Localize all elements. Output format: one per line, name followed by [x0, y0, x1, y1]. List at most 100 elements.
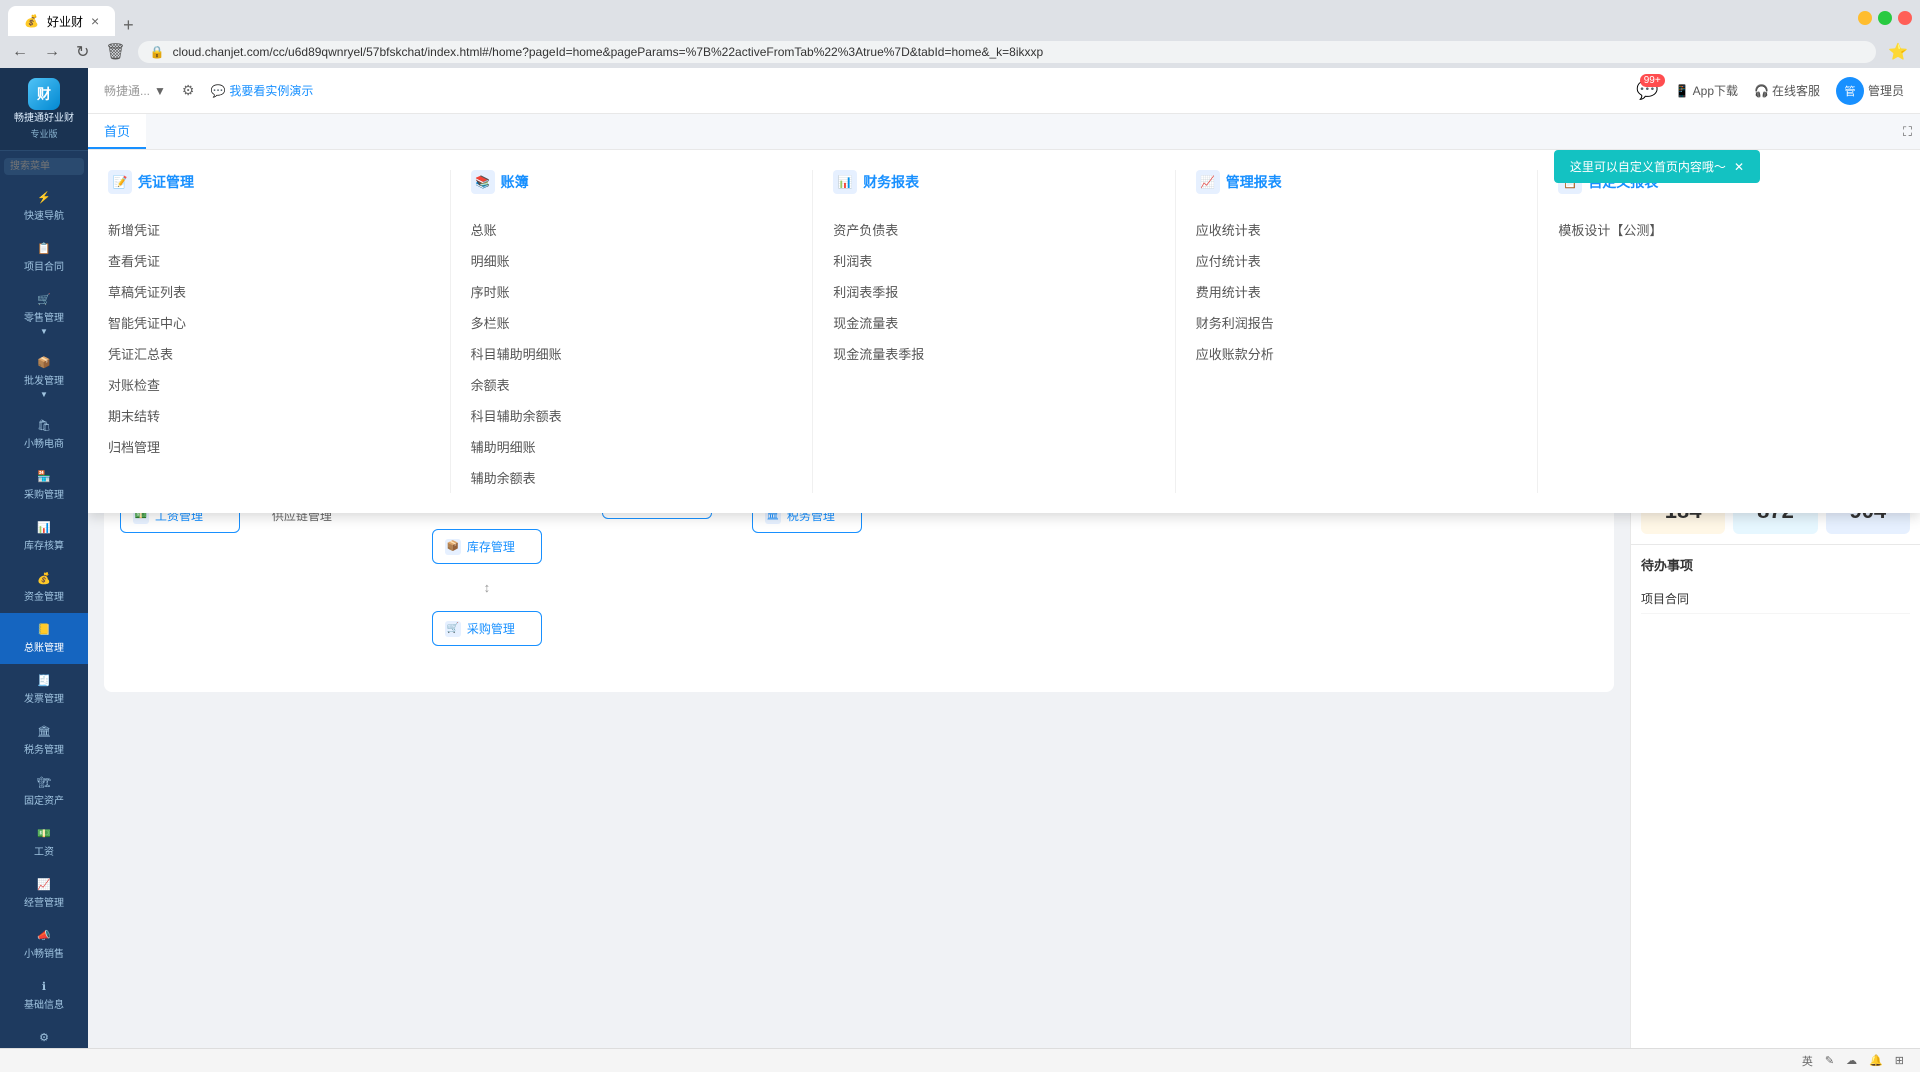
toast-text: 这里可以自定义首页内容哦～ — [1630, 158, 1726, 175]
sidebar-item-project[interactable]: 📋 项目合同 — [0, 232, 88, 283]
sidebar-item-funds[interactable]: 💰 资金管理 — [0, 562, 88, 613]
inventory-box[interactable]: 📦 库存管理 — [432, 529, 542, 564]
funds-label: 资金管理 — [24, 588, 64, 603]
system-icon: ⚙ — [39, 1031, 49, 1044]
online-service-label: 在线客服 — [1772, 82, 1820, 99]
sidebar-item-payroll[interactable]: 💵 工资 — [0, 817, 88, 868]
active-tab[interactable]: 💰 好业财 × — [8, 6, 115, 36]
nav-refresh[interactable]: ↻ — [72, 40, 93, 64]
menu-item-receivable-analysis[interactable]: 应收账款分析 — [1196, 338, 1518, 369]
menu-item-add-voucher[interactable]: 新增凭证 — [108, 214, 430, 245]
voucher-title-icon: 📝 — [108, 170, 132, 194]
menu-item-smart-voucher[interactable]: 智能凭证中心 — [108, 307, 430, 338]
sidebar-item-fixed-assets[interactable]: 🏗 固定资产 — [0, 766, 88, 817]
company-selector[interactable]: 畅捷通... ▼ — [104, 82, 166, 99]
sidebar-item-operations[interactable]: 📈 经营管理 — [0, 868, 88, 919]
toast-close-icon[interactable]: ✕ — [1734, 160, 1744, 174]
menu-section-ledger: 📚 账簿 总账 明细账 序时账 多栏账 科目辅助明细账 余额表 科目辅助余额表 … — [451, 170, 814, 493]
menu-item-archive[interactable]: 归档管理 — [108, 431, 430, 462]
menu-item-view-voucher[interactable]: 查看凭证 — [108, 245, 430, 276]
brand-edition: 专业版 — [30, 127, 57, 140]
tab-bar: 💰 好业财 × + — [8, 0, 142, 36]
sidebar-item-base-info[interactable]: ℹ 基础信息 — [0, 970, 88, 1021]
sidebar-item-sales[interactable]: 📣 小畅销售 — [0, 919, 88, 970]
dropdown-menu-overlay: 📝 凭证管理 新增凭证 查看凭证 草稿凭证列表 智能凭证中心 凭证汇总表 对账检… — [88, 150, 1920, 513]
brand-logo: 财 — [28, 78, 60, 110]
menu-item-payable-stats[interactable]: 应付统计表 — [1196, 245, 1518, 276]
menu-item-cashflow[interactable]: 现金流量表 — [833, 307, 1155, 338]
nav-forward[interactable]: → — [40, 41, 64, 63]
status-icon-2[interactable]: ✎ — [1825, 1054, 1834, 1067]
win-maximize[interactable] — [1878, 11, 1892, 25]
menu-item-multi-column[interactable]: 多栏账 — [471, 307, 793, 338]
payroll-icon: 💵 — [37, 827, 51, 840]
user-avatar[interactable]: 管 管理员 — [1836, 77, 1904, 105]
status-icon-4[interactable]: 🔔 — [1869, 1054, 1883, 1067]
menu-item-cashflow-quarterly[interactable]: 现金流量表季报 — [833, 338, 1155, 369]
voucher-title-text: 凭证管理 — [138, 172, 194, 192]
menu-item-aux-detail[interactable]: 辅助明细账 — [471, 431, 793, 462]
sidebar-item-ledger[interactable]: 📒 总账管理 — [0, 613, 88, 664]
sidebar-item-system[interactable]: ⚙ 系统管理 — [0, 1021, 88, 1048]
sidebar-item-inventory[interactable]: 📊 库存核算 — [0, 511, 88, 562]
todo-item-project[interactable]: 项目合同 — [1641, 584, 1910, 614]
menu-item-income-quarterly[interactable]: 利润表季报 — [833, 276, 1155, 307]
menu-item-chronological[interactable]: 序时账 — [471, 276, 793, 307]
address-bar-row: ← → ↻ 🗑 🔒 cloud.chanjet.com/cc/u6d89qwnr… — [0, 36, 1920, 68]
win-close[interactable] — [1898, 11, 1912, 25]
bookmark-btn[interactable]: ⭐ — [1884, 40, 1912, 64]
payroll-label: 工资 — [34, 843, 54, 858]
menu-item-voucher-summary[interactable]: 凭证汇总表 — [108, 338, 430, 369]
purchase-box[interactable]: 🛒 采购管理 — [432, 611, 542, 646]
demo-link[interactable]: 💬 我要看实例演示 — [210, 82, 313, 99]
menu-item-draft-voucher[interactable]: 草稿凭证列表 — [108, 276, 430, 307]
sidebar-search-area[interactable] — [0, 151, 88, 181]
status-icon-3[interactable]: ☁ — [1846, 1054, 1857, 1067]
tax-label: 税务管理 — [24, 741, 64, 756]
topbar-settings-icon[interactable]: ⚙ — [182, 82, 195, 99]
sidebar-item-wholesale[interactable]: 📦 批发管理 ▼ — [0, 346, 88, 409]
online-service-btn[interactable]: 🎧 在线客服 — [1754, 82, 1820, 99]
sidebar-item-purchase[interactable]: 🏪 采购管理 — [0, 460, 88, 511]
sidebar-item-quick-nav[interactable]: ⚡ 快速导航 — [0, 181, 88, 232]
notification-area[interactable]: 💬 99+ — [1636, 80, 1658, 101]
lock-icon: 🔒 — [150, 45, 165, 59]
inventory-label: 库存管理 — [467, 538, 515, 555]
menu-item-period-close[interactable]: 期末结转 — [108, 400, 430, 431]
menu-item-receivable-stats[interactable]: 应收统计表 — [1196, 214, 1518, 245]
sidebar-item-invoice[interactable]: 🧾 发票管理 — [0, 664, 88, 715]
menu-item-balance[interactable]: 余额表 — [471, 369, 793, 400]
status-icon-1[interactable]: 英 — [1802, 1053, 1813, 1069]
menu-item-general-ledger[interactable]: 总账 — [471, 214, 793, 245]
sidebar-search-input[interactable] — [4, 158, 84, 175]
menu-section-finance-report: 📊 财务报表 资产负债表 利润表 利润表季报 现金流量表 现金流量表季报 — [813, 170, 1176, 493]
menu-item-subject-aux-balance[interactable]: 科目辅助余额表 — [471, 400, 793, 431]
company-dropdown-icon: ▼ — [154, 84, 166, 98]
address-bar[interactable]: 🔒 cloud.chanjet.com/cc/u6d89qwnryel/57bf… — [138, 41, 1876, 63]
menu-item-template-design[interactable]: 模板设计【公测】 — [1558, 214, 1880, 245]
tab-close-btn[interactable]: × — [91, 13, 99, 29]
menu-item-aux-balance[interactable]: 辅助余额表 — [471, 462, 793, 493]
new-tab-btn[interactable]: + — [115, 15, 142, 36]
nav-delete[interactable]: 🗑 — [101, 40, 129, 64]
menu-section-manage-title: 📈 管理报表 — [1196, 170, 1518, 202]
sidebar-item-ecommerce[interactable]: 🛍 小畅电商 — [0, 409, 88, 460]
win-minimize[interactable] — [1858, 11, 1872, 25]
status-icon-5[interactable]: ⊞ — [1895, 1054, 1904, 1067]
menu-item-profit-report[interactable]: 财务利润报告 — [1196, 307, 1518, 338]
menu-item-subject-aux-detail[interactable]: 科目辅助明细账 — [471, 338, 793, 369]
sidebar-item-tax[interactable]: 🏛 税务管理 — [0, 715, 88, 766]
menu-item-expense-stats[interactable]: 费用统计表 — [1196, 276, 1518, 307]
menu-item-balance-sheet[interactable]: 资产负债表 — [833, 214, 1155, 245]
wholesale-expand-icon: ▼ — [40, 390, 48, 399]
menu-item-income[interactable]: 利润表 — [833, 245, 1155, 276]
app-download-btn[interactable]: 📱 App下载 — [1675, 82, 1738, 99]
menu-item-detailed-ledger[interactable]: 明细账 — [471, 245, 793, 276]
sidebar-item-retail[interactable]: 🛒 零售管理 ▼ — [0, 283, 88, 346]
tab-home[interactable]: 首页 — [88, 114, 146, 149]
nav-back[interactable]: ← — [8, 41, 32, 63]
tab-expand[interactable]: ⛶ — [1895, 124, 1920, 140]
menu-item-reconcile[interactable]: 对账检查 — [108, 369, 430, 400]
finance-report-icon: 📊 — [833, 170, 857, 194]
fixed-assets-icon: 🏗 — [37, 776, 51, 789]
